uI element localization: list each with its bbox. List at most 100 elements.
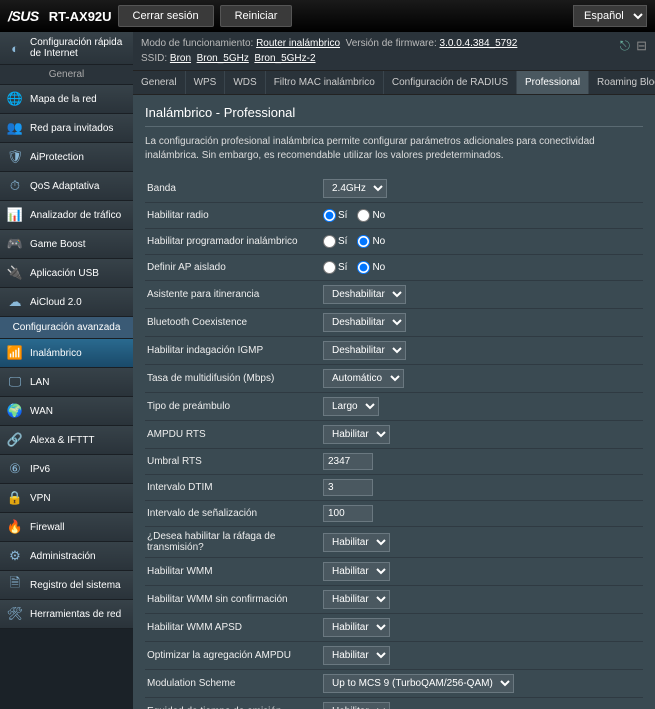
- sidebar-item-qos-adaptativa[interactable]: ⏱QoS Adaptativa: [0, 172, 133, 201]
- form-row: Intervalo de señalización: [145, 501, 643, 527]
- tab-configuración-de-radius[interactable]: Configuración de RADIUS: [384, 71, 517, 94]
- tab-wps[interactable]: WPS: [186, 71, 226, 94]
- radio-yes[interactable]: [323, 235, 336, 248]
- form-row: Habilitar WMM APSDHabilitar: [145, 614, 643, 642]
- page-title: Inalámbrico - Professional: [145, 105, 643, 120]
- sidebar-icon: 🔥: [6, 518, 24, 536]
- form-label: Habilitar WMM: [145, 566, 323, 577]
- select-5[interactable]: Deshabilitar: [323, 313, 406, 332]
- tab-general[interactable]: General: [133, 71, 186, 94]
- form-control: SíNo: [323, 235, 643, 248]
- sidebar-icon: 🛠: [6, 605, 24, 623]
- tab-filtro-mac-inalámbrico[interactable]: Filtro MAC inalámbrico: [266, 71, 384, 94]
- brand-logo: /SUS: [8, 8, 39, 24]
- ssid3-link[interactable]: Bron_5GHz-2: [254, 53, 315, 64]
- select-19[interactable]: Habilitar: [323, 702, 390, 709]
- logout-button[interactable]: Cerrar sesión: [118, 5, 214, 27]
- form-control: SíNo: [323, 261, 643, 274]
- sidebar-item-aiprotection[interactable]: 🛡AiProtection: [0, 143, 133, 172]
- sidebar-icon: ⑥: [6, 460, 24, 478]
- sidebar-item-administración[interactable]: ⚙Administración: [0, 542, 133, 571]
- sidebar-item-mapa-de-la-red[interactable]: 🌐Mapa de la red: [0, 85, 133, 114]
- sidebar-item-herramientas-de-red[interactable]: 🛠Herramientas de red: [0, 600, 133, 629]
- sidebar-item-analizador-de-tráfico[interactable]: 📊Analizador de tráfico: [0, 201, 133, 230]
- select-16[interactable]: Habilitar: [323, 618, 390, 637]
- sidebar-item-firewall[interactable]: 🔥Firewall: [0, 513, 133, 542]
- sidebar-quick-setup[interactable]: ◐ Configuración rápida de Internet: [0, 32, 133, 65]
- form-control: [323, 505, 643, 522]
- form-row: Habilitar indagación IGMPDeshabilitar: [145, 337, 643, 365]
- radio-label: Sí: [338, 262, 347, 273]
- form-label: Tasa de multidifusión (Mbps): [145, 373, 323, 384]
- form-row: Bluetooth CoexistenceDeshabilitar: [145, 309, 643, 337]
- sidebar-item-label: QoS Adaptativa: [30, 181, 100, 192]
- sidebar-icon: 👥: [6, 119, 24, 137]
- tab-wds[interactable]: WDS: [225, 71, 265, 94]
- sidebar-group-general: General: [0, 65, 133, 85]
- ssid2-link[interactable]: Bron_5GHz: [197, 53, 249, 64]
- input-11[interactable]: [323, 479, 373, 496]
- form-control: [323, 453, 643, 470]
- select-18[interactable]: Up to MCS 9 (TurboQAM/256-QAM): [323, 674, 514, 693]
- radio-no[interactable]: [357, 261, 370, 274]
- form-control: Habilitar: [323, 590, 643, 609]
- form-label: Tipo de preámbulo: [145, 401, 323, 412]
- sidebar: ◐ Configuración rápida de Internet Gener…: [0, 32, 133, 709]
- select-8[interactable]: Largo: [323, 397, 379, 416]
- sidebar-item-inalámbrico[interactable]: 📶Inalámbrico: [0, 339, 133, 368]
- sidebar-item-label: AiProtection: [30, 152, 84, 163]
- sidebar-item-alexa-&-ifttt[interactable]: 🔗Alexa & IFTTT: [0, 426, 133, 455]
- sidebar-item-aicloud-2.0[interactable]: ☁AiCloud 2.0: [0, 288, 133, 317]
- sidebar-item-game-boost[interactable]: 🎮Game Boost: [0, 230, 133, 259]
- sidebar-item-label: Administración: [30, 551, 96, 562]
- select-6[interactable]: Deshabilitar: [323, 341, 406, 360]
- form-row: Equidad de tiempo de emisiónHabilitar: [145, 698, 643, 709]
- sidebar-item-lan[interactable]: 🖵LAN: [0, 368, 133, 397]
- input-10[interactable]: [323, 453, 373, 470]
- radio-yes[interactable]: [323, 261, 336, 274]
- sidebar-item-vpn[interactable]: 🔒VPN: [0, 484, 133, 513]
- tab-roaming-block-list[interactable]: Roaming Block List: [589, 71, 655, 94]
- fw-link[interactable]: 3.0.0.4.384_5792: [440, 38, 518, 49]
- select-4[interactable]: Deshabilitar: [323, 285, 406, 304]
- language-select[interactable]: Español: [573, 5, 647, 27]
- input-12[interactable]: [323, 505, 373, 522]
- sidebar-icon: ☁: [6, 293, 24, 311]
- radio-no[interactable]: [357, 235, 370, 248]
- form-control: Habilitar: [323, 533, 643, 552]
- form-control: Largo: [323, 397, 643, 416]
- form-label: Modulation Scheme: [145, 678, 323, 689]
- mode-link[interactable]: Router inalámbrico: [256, 38, 340, 49]
- form-row: Habilitar radioSíNo: [145, 203, 643, 229]
- sidebar-icon: 📶: [6, 344, 24, 362]
- reboot-button[interactable]: Reiniciar: [220, 5, 293, 27]
- form-row: Optimizar la agregación AMPDUHabilitar: [145, 642, 643, 670]
- form-label: Bluetooth Coexistence: [145, 317, 323, 328]
- select-17[interactable]: Habilitar: [323, 646, 390, 665]
- select-0[interactable]: 2.4GHz: [323, 179, 387, 198]
- sidebar-icon: 🌐: [6, 90, 24, 108]
- sidebar-item-aplicación-usb[interactable]: 🔌Aplicación USB: [0, 259, 133, 288]
- select-15[interactable]: Habilitar: [323, 590, 390, 609]
- sidebar-item-wan[interactable]: 🌍WAN: [0, 397, 133, 426]
- radio-yes[interactable]: [323, 209, 336, 222]
- sidebar-item-red-para-invitados[interactable]: 👥Red para invitados: [0, 114, 133, 143]
- form-control: Habilitar: [323, 646, 643, 665]
- select-9[interactable]: Habilitar: [323, 425, 390, 444]
- form-label: Banda: [145, 183, 323, 194]
- ssid1-link[interactable]: Bron: [170, 53, 191, 64]
- usb-icon[interactable]: ⊟: [636, 38, 647, 54]
- sidebar-item-ipv6[interactable]: ⑥IPv6: [0, 455, 133, 484]
- sidebar-item-registro-del-sistema[interactable]: 🗎Registro del sistema: [0, 571, 133, 600]
- link-icon[interactable]: ⎋: [620, 38, 630, 54]
- form-control: Deshabilitar: [323, 313, 643, 332]
- sidebar-item-label: WAN: [30, 406, 53, 417]
- form-label: Habilitar WMM APSD: [145, 622, 323, 633]
- radio-no[interactable]: [357, 209, 370, 222]
- form-label: Intervalo DTIM: [145, 482, 323, 493]
- form-row: ¿Desea habilitar la ráfaga de transmisió…: [145, 527, 643, 558]
- select-14[interactable]: Habilitar: [323, 562, 390, 581]
- select-7[interactable]: Automático: [323, 369, 404, 388]
- tab-professional[interactable]: Professional: [517, 71, 589, 94]
- select-13[interactable]: Habilitar: [323, 533, 390, 552]
